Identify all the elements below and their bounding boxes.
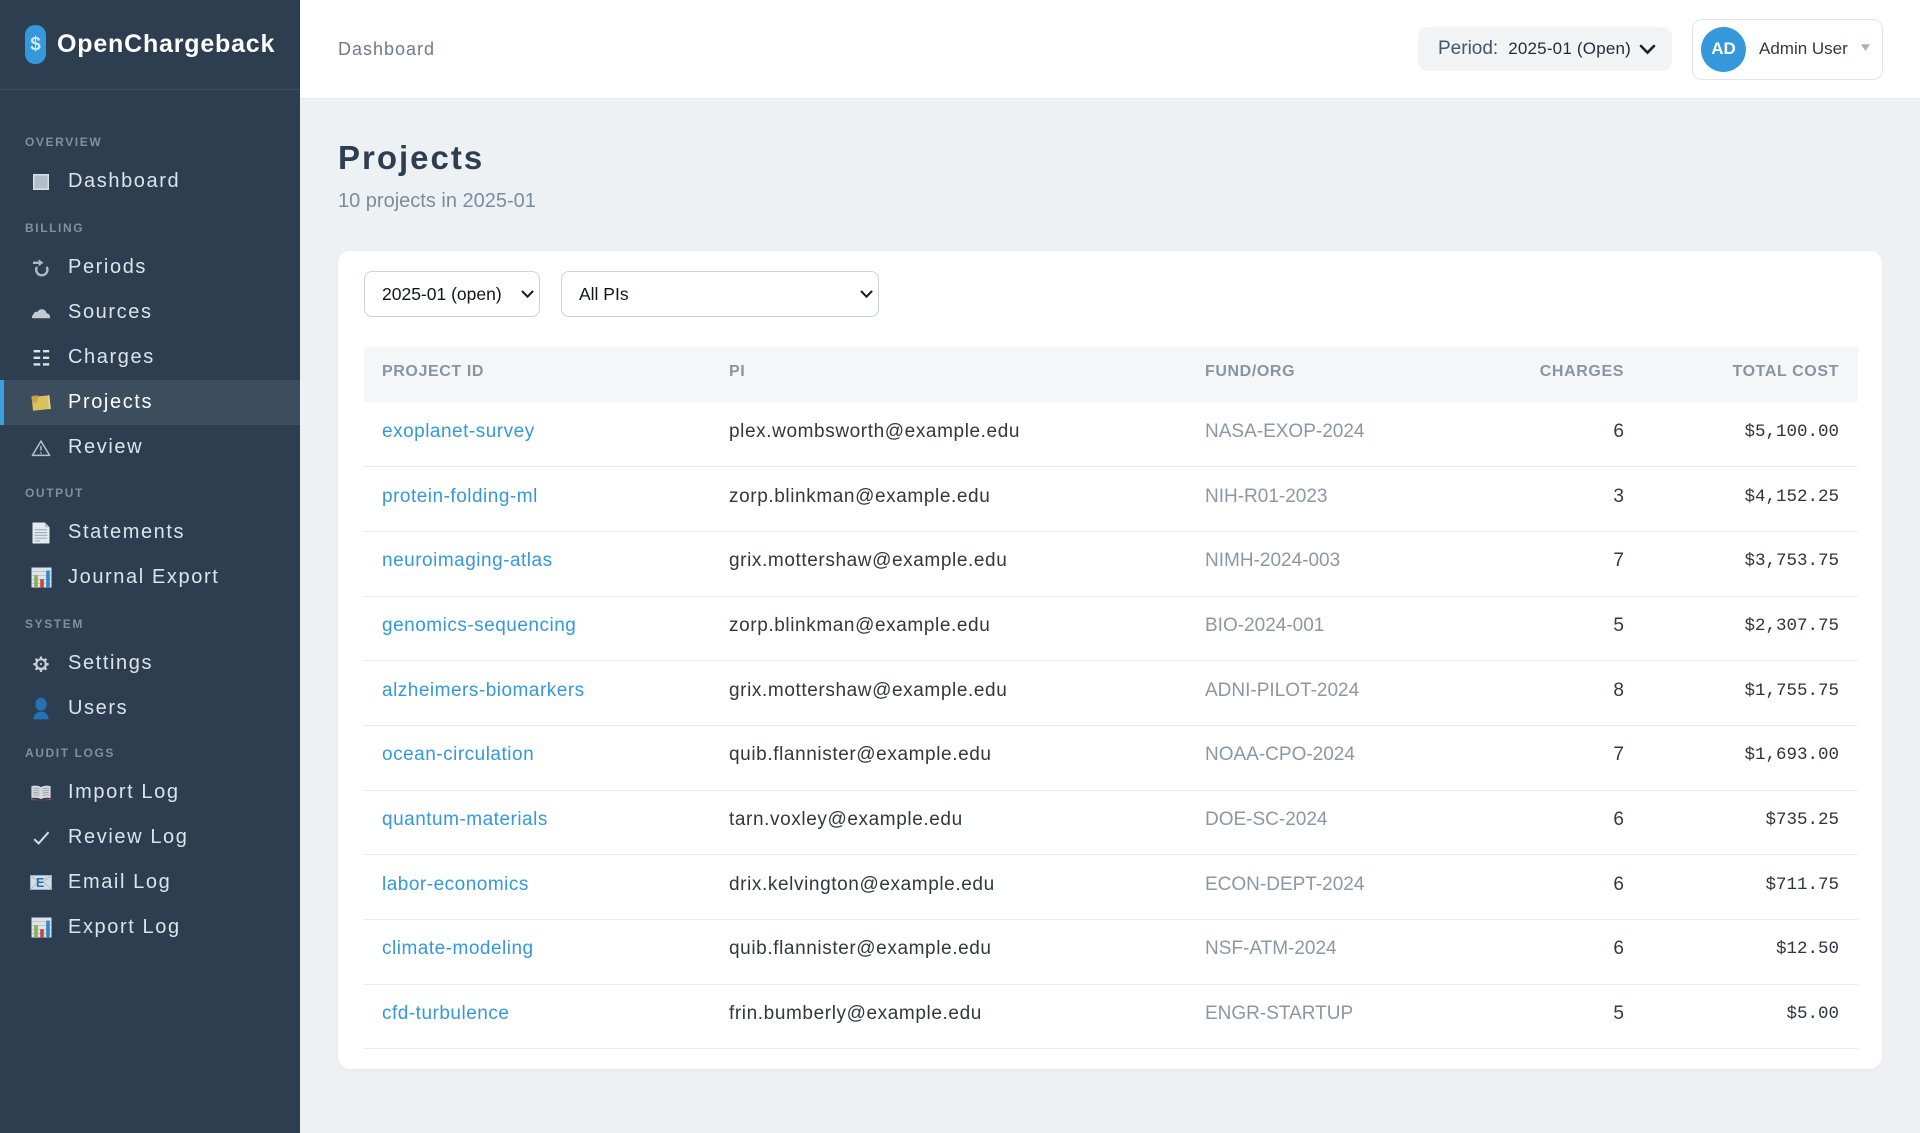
svg-text:E: E [36,876,46,890]
